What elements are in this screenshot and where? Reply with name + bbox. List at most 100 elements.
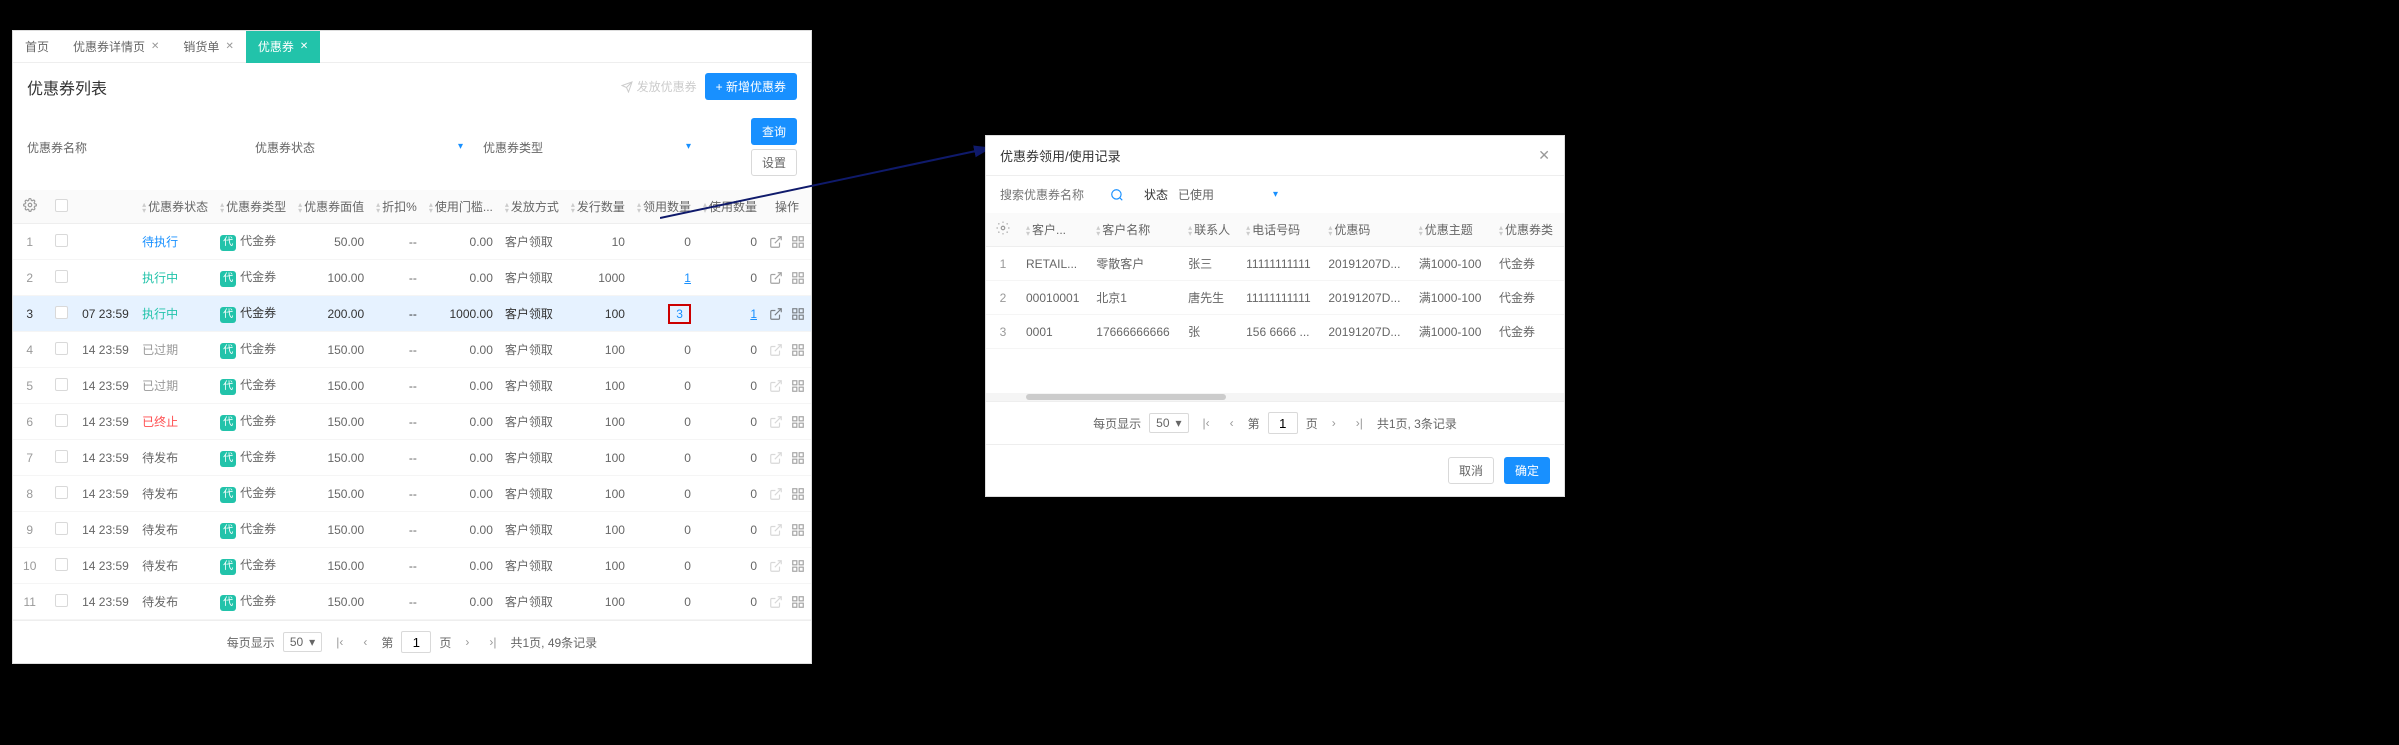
cancel-button[interactable]: 取消 — [1448, 457, 1494, 484]
tab[interactable]: 优惠券✕ — [246, 31, 320, 63]
table-row[interactable]: 307 23:59执行中代代金券200.00--1000.00客户领取10031 — [13, 296, 811, 332]
qrcode-icon[interactable] — [791, 451, 805, 465]
row-checkbox-cell[interactable] — [46, 224, 76, 260]
tab[interactable]: 优惠券详情页✕ — [61, 31, 171, 63]
mcol-phone[interactable]: ▴▾电话号码 — [1240, 213, 1322, 247]
row-number: 1 — [986, 247, 1020, 281]
qrcode-icon[interactable] — [791, 595, 805, 609]
add-coupon-button[interactable]: + 新增优惠券 — [705, 73, 797, 100]
use-qty-link[interactable]: 1 — [750, 307, 757, 321]
mcol-type[interactable]: ▴▾优惠券类 — [1493, 213, 1564, 247]
qrcode-icon[interactable] — [791, 343, 805, 357]
search-icon[interactable] — [1110, 188, 1124, 202]
cell-status: 已终止 — [136, 404, 214, 440]
mcol-gear[interactable] — [986, 213, 1020, 247]
horizontal-scrollbar[interactable] — [986, 393, 1564, 401]
qrcode-icon[interactable] — [791, 271, 805, 285]
qrcode-icon[interactable] — [791, 487, 805, 501]
table-row[interactable]: 1待执行代代金券50.00--0.00客户领取1000 — [13, 224, 811, 260]
confirm-button[interactable]: 确定 — [1504, 457, 1550, 484]
col-discount[interactable]: ▴▾折扣% — [370, 190, 423, 224]
filter-status-select[interactable]: ▾ — [323, 135, 463, 159]
modal-per-page-select[interactable]: 50▾ — [1149, 413, 1188, 433]
col-threshold[interactable]: ▴▾使用门槛... — [423, 190, 499, 224]
col-checkbox[interactable] — [46, 190, 76, 224]
qrcode-icon[interactable] — [791, 379, 805, 393]
close-icon[interactable]: ✕ — [300, 41, 308, 52]
col-issue[interactable]: ▴▾发行数量 — [565, 190, 631, 224]
col-gear[interactable] — [13, 190, 46, 224]
open-icon[interactable] — [769, 235, 783, 249]
table-row[interactable]: 514 23:59已过期代代金券150.00--0.00客户领取10000 — [13, 368, 811, 404]
row-checkbox-cell[interactable] — [46, 548, 76, 584]
mcol-cust-no[interactable]: ▴▾客户... — [1020, 213, 1090, 247]
mcol-code[interactable]: ▴▾优惠码 — [1322, 213, 1412, 247]
col-receive[interactable]: ▴▾领用数量 — [631, 190, 697, 224]
qrcode-icon[interactable] — [791, 307, 805, 321]
table-row[interactable]: 3000117666666666张156 6666 ...20191207D..… — [986, 315, 1564, 349]
cell-issue: 100 — [565, 476, 631, 512]
settings-button[interactable]: 设置 — [751, 149, 797, 176]
table-row[interactable]: 1RETAIL...零散客户张三1111111111120191207D...满… — [986, 247, 1564, 281]
page-prev-button[interactable]: ‹ — [357, 633, 373, 651]
table-row[interactable]: 2执行中代代金券100.00--0.00客户领取100010 — [13, 260, 811, 296]
cell-method: 客户领取 — [499, 332, 565, 368]
col-use[interactable]: ▴▾使用数量 — [697, 190, 763, 224]
row-checkbox-cell[interactable] — [46, 296, 76, 332]
close-icon[interactable]: ✕ — [151, 41, 159, 52]
col-method[interactable]: ▴▾发放方式 — [499, 190, 565, 224]
filter-type-select[interactable]: ▾ — [551, 135, 691, 159]
row-number: 6 — [13, 404, 46, 440]
table-row[interactable]: 614 23:59已终止代代金券150.00--0.00客户领取10000 — [13, 404, 811, 440]
table-row[interactable]: 414 23:59已过期代代金券150.00--0.00客户领取10000 — [13, 332, 811, 368]
page-last-button[interactable]: ›| — [483, 633, 502, 651]
filter-name-input[interactable] — [95, 135, 235, 159]
receive-qty-link[interactable]: 3 — [668, 304, 691, 324]
table-row[interactable]: 714 23:59待发布代代金券150.00--0.00客户领取10000 — [13, 440, 811, 476]
open-icon[interactable] — [769, 271, 783, 285]
row-checkbox-cell[interactable] — [46, 332, 76, 368]
modal-page-first-button[interactable]: |‹ — [1197, 414, 1216, 432]
table-row[interactable]: 1014 23:59待发布代代金券150.00--0.00客户领取10000 — [13, 548, 811, 584]
row-checkbox-cell[interactable] — [46, 368, 76, 404]
mcol-contact[interactable]: ▴▾联系人 — [1182, 213, 1240, 247]
modal-page-next-button[interactable]: › — [1326, 414, 1342, 432]
qrcode-icon[interactable] — [791, 235, 805, 249]
table-row[interactable]: 200010001北京1唐先生1111111111120191207D...满1… — [986, 281, 1564, 315]
tab[interactable]: 销货单✕ — [171, 31, 245, 63]
mcol-subject[interactable]: ▴▾优惠主题 — [1413, 213, 1493, 247]
page-first-button[interactable]: |‹ — [330, 633, 349, 651]
page-input[interactable] — [401, 631, 431, 653]
tab[interactable]: 首页 — [13, 31, 61, 63]
modal-page-prev-button[interactable]: ‹ — [1224, 414, 1240, 432]
row-checkbox-cell[interactable] — [46, 404, 76, 440]
modal-status-select[interactable]: 已使用 ▾ — [1178, 186, 1278, 203]
table-row[interactable]: 1114 23:59待发布代代金券150.00--0.00客户领取10000 — [13, 584, 811, 620]
receive-qty-link[interactable]: 1 — [684, 271, 691, 285]
col-type[interactable]: ▴▾优惠券类型 — [214, 190, 292, 224]
query-button[interactable]: 查询 — [751, 118, 797, 145]
modal-page-last-button[interactable]: ›| — [1350, 414, 1369, 432]
row-checkbox-cell[interactable] — [46, 440, 76, 476]
modal-search-input[interactable] — [1000, 188, 1110, 202]
cell-phone: 156 6666 ... — [1240, 315, 1322, 349]
cell-issue: 100 — [565, 332, 631, 368]
mcol-cust-name[interactable]: ▴▾客户名称 — [1090, 213, 1182, 247]
open-icon[interactable] — [769, 307, 783, 321]
modal-page-input[interactable] — [1268, 412, 1298, 434]
col-face[interactable]: ▴▾优惠券面值 — [292, 190, 370, 224]
per-page-select[interactable]: 50▾ — [283, 632, 322, 652]
qrcode-icon[interactable] — [791, 415, 805, 429]
col-status[interactable]: ▴▾优惠券状态 — [136, 190, 214, 224]
row-checkbox-cell[interactable] — [46, 584, 76, 620]
page-next-button[interactable]: › — [459, 633, 475, 651]
row-checkbox-cell[interactable] — [46, 476, 76, 512]
qrcode-icon[interactable] — [791, 523, 805, 537]
table-row[interactable]: 814 23:59待发布代代金券150.00--0.00客户领取10000 — [13, 476, 811, 512]
table-row[interactable]: 914 23:59待发布代代金券150.00--0.00客户领取10000 — [13, 512, 811, 548]
modal-close-button[interactable]: ✕ — [1538, 147, 1550, 164]
qrcode-icon[interactable] — [791, 559, 805, 573]
row-checkbox-cell[interactable] — [46, 260, 76, 296]
close-icon[interactable]: ✕ — [225, 41, 233, 52]
row-checkbox-cell[interactable] — [46, 512, 76, 548]
